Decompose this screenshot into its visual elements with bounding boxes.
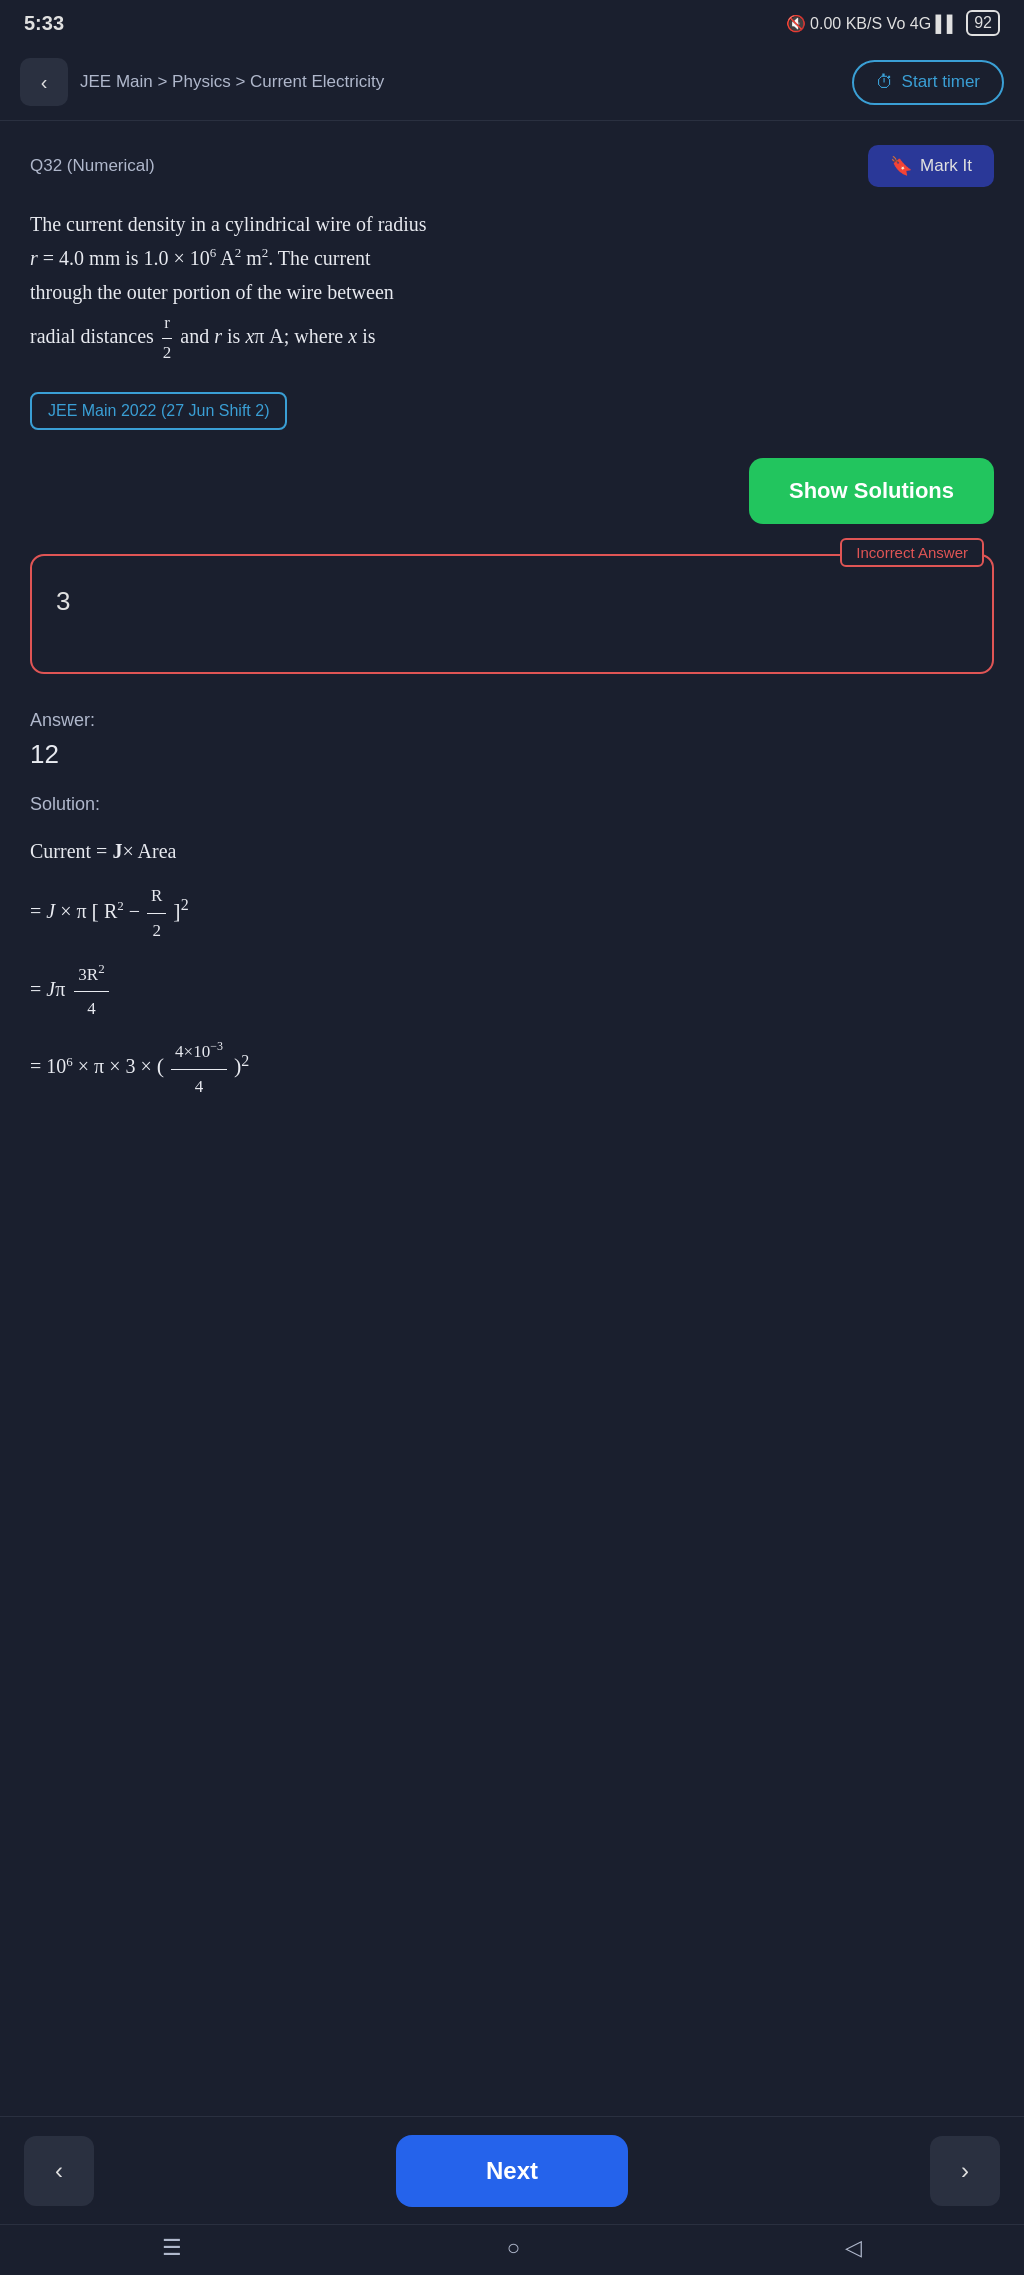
back-button[interactable]: ‹	[20, 58, 68, 106]
question-line2: r = 4.0 mm is 1.0 × 106 A2 m2. The curre…	[30, 247, 371, 269]
bottom-nav: ‹ Next ›	[0, 2116, 1024, 2225]
fraction-r2: r 2	[161, 309, 174, 368]
question-line3: through the outer portion of the wire be…	[30, 281, 394, 303]
answer-input-box[interactable]: 3	[30, 554, 994, 674]
mark-it-label: Mark It	[920, 156, 972, 176]
top-nav: ‹ JEE Main > Physics > Current Electrici…	[0, 44, 1024, 121]
mark-it-button[interactable]: 🔖 Mark It	[868, 145, 994, 187]
solution-line2: = J × π [ R2 − R 2 ]2	[30, 879, 994, 948]
answer-label: Answer:	[30, 710, 994, 731]
answer-section: Answer: 12	[30, 710, 994, 770]
back-icon: ‹	[41, 71, 48, 94]
next-button[interactable]: Next	[396, 2135, 628, 2207]
solution-body: Current = J× Area = J × π [ R2 − R 2 ]2 …	[30, 831, 994, 1104]
forward-button[interactable]: ›	[930, 2136, 1000, 2206]
menu-icon[interactable]: ☰	[162, 2235, 182, 2261]
solution-line4: = 106 × π × 3 × ( 4×10−3 4 )2	[30, 1034, 994, 1104]
solution-section: Solution: Current = J× Area = J × π [ R2…	[30, 794, 994, 1104]
timer-label: Start timer	[902, 72, 980, 92]
answer-input-value: 3	[56, 586, 70, 617]
answer-value-display: 12	[30, 739, 994, 770]
solution-line1: Current = J× Area	[30, 831, 994, 871]
solution-line3: = Jπ 3R2 4	[30, 956, 994, 1027]
forward-icon: ›	[961, 2157, 969, 2185]
status-bar: 5:33 🔇 0.00 KB/S Vo 4G ▌▌ 92	[0, 0, 1024, 44]
battery-indicator: 92	[966, 10, 1000, 36]
question-line1: The current density in a cylindrical wir…	[30, 213, 427, 235]
question-line4: radial distances r 2 and r is xπ A; wher…	[30, 325, 375, 347]
network-info: 🔇 0.00 KB/S Vo 4G ▌▌	[786, 14, 959, 33]
question-text: The current density in a cylindrical wir…	[30, 207, 994, 368]
system-nav: ☰ ○ ◁	[0, 2224, 1024, 2275]
timer-icon: ⏱	[876, 72, 894, 93]
answer-input-container: Incorrect Answer 3	[30, 554, 994, 674]
prev-icon: ‹	[55, 2157, 63, 2185]
status-time: 5:33	[24, 12, 64, 35]
breadcrumb: JEE Main > Physics > Current Electricity	[80, 72, 384, 92]
question-tag: JEE Main 2022 (27 Jun Shift 2)	[30, 392, 287, 430]
main-content: Q32 (Numerical) 🔖 Mark It The current de…	[0, 121, 1024, 1292]
prev-button[interactable]: ‹	[24, 2136, 94, 2206]
status-right: 🔇 0.00 KB/S Vo 4G ▌▌ 92	[786, 10, 1000, 36]
show-solutions-button[interactable]: Show Solutions	[749, 458, 994, 524]
question-label: Q32 (Numerical)	[30, 156, 155, 176]
incorrect-answer-badge: Incorrect Answer	[840, 538, 984, 567]
bookmark-icon: 🔖	[890, 155, 912, 177]
start-timer-button[interactable]: ⏱ Start timer	[852, 60, 1004, 105]
back-system-icon[interactable]: ◁	[845, 2235, 862, 2261]
home-icon[interactable]: ○	[507, 2235, 520, 2261]
solution-label: Solution:	[30, 794, 994, 815]
question-header: Q32 (Numerical) 🔖 Mark It	[30, 145, 994, 187]
nav-left: ‹ JEE Main > Physics > Current Electrici…	[20, 58, 384, 106]
